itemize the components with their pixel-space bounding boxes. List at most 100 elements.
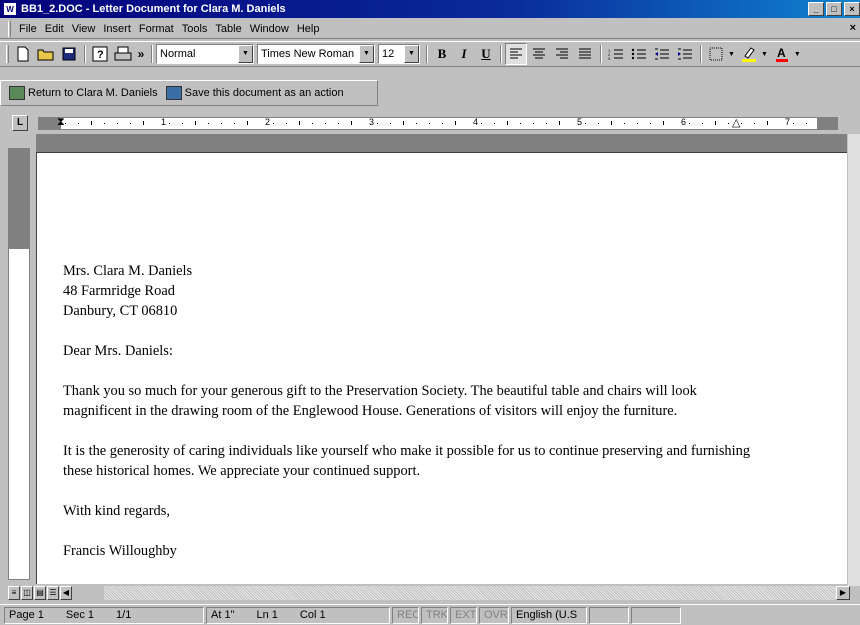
status-bar: Page 1 Sec 1 1/1 At 1" Ln 1 Col 1 REC TR… [0, 604, 860, 625]
menu-help[interactable]: Help [293, 23, 324, 35]
highlight-button[interactable] [738, 43, 760, 65]
ruler-top-margin [9, 149, 29, 249]
help-button[interactable]: ? [89, 43, 111, 65]
document-page[interactable]: Mrs. Clara M. Daniels 48 Farmridge Road … [36, 152, 847, 584]
left-indent-marker[interactable]: ⧗ [57, 116, 65, 129]
scroll-left-button[interactable]: ◀ [60, 586, 72, 600]
horizontal-scrollbar[interactable] [104, 586, 840, 600]
status-rec[interactable]: REC [392, 606, 419, 624]
numbering-button[interactable]: 123 [605, 43, 627, 65]
horizontal-ruler[interactable]: ⧗ 1 2 3 4 5 6 7 △ [38, 116, 838, 130]
menu-view[interactable]: View [68, 23, 100, 35]
menu-tools[interactable]: Tools [178, 23, 212, 35]
outline-view-button[interactable]: ☰ [47, 586, 59, 600]
more-buttons-chevron[interactable]: » [135, 43, 147, 65]
toolbar-separator [700, 45, 702, 63]
ruler-tick [663, 121, 664, 125]
borders-button[interactable] [705, 43, 727, 65]
signature: Francis Willoughby [63, 543, 177, 559]
style-dropdown-value: Normal [160, 48, 196, 60]
justify-button[interactable] [574, 43, 596, 65]
status-ext[interactable]: EXT [450, 606, 477, 624]
ruler-number: 4 [473, 117, 479, 127]
web-layout-button[interactable]: ◫ [21, 586, 33, 600]
font-color-button[interactable]: A [771, 43, 793, 65]
chevron-down-icon[interactable]: ▼ [728, 51, 735, 58]
menu-insert[interactable]: Insert [99, 23, 135, 35]
print-layout-button[interactable]: ▤ [34, 586, 46, 600]
ruler-tick [624, 123, 625, 124]
open-button[interactable] [35, 43, 57, 65]
style-dropdown[interactable]: Normal ▼ [156, 44, 254, 64]
maximize-button[interactable]: □ [826, 2, 842, 16]
ruler-tick [611, 121, 612, 125]
font-dropdown[interactable]: Times New Roman ▼ [257, 44, 375, 64]
menu-file[interactable]: File [15, 23, 41, 35]
action-toolbar: Return to Clara M. Daniels Save this doc… [0, 80, 378, 106]
vertical-scrollbar[interactable] [848, 134, 860, 586]
chevron-down-icon[interactable]: ▼ [359, 45, 374, 63]
word-app-icon[interactable]: W [3, 2, 17, 16]
ruler-tick [65, 123, 66, 124]
svg-text:?: ? [97, 49, 104, 61]
floppy-disk-icon [62, 47, 76, 61]
chevron-down-icon[interactable]: ▼ [238, 45, 253, 63]
normal-view-button[interactable]: ≡ [8, 586, 20, 600]
scroll-right-button[interactable]: ▶ [836, 586, 850, 600]
ruler-number: 3 [369, 117, 375, 127]
right-indent-marker[interactable]: △ [732, 116, 740, 129]
status-cursor[interactable]: At 1" Ln 1 Col 1 [206, 606, 390, 624]
status-position[interactable]: Page 1 Sec 1 1/1 [4, 606, 204, 624]
ruler-tick [208, 123, 209, 124]
italic-button[interactable]: I [453, 43, 475, 65]
align-left-icon [510, 48, 522, 59]
menu-window[interactable]: Window [246, 23, 293, 35]
decrease-indent-button[interactable] [651, 43, 673, 65]
highlighter-icon [741, 47, 756, 62]
ruler-tick [767, 121, 768, 125]
chevron-down-icon[interactable]: ▼ [761, 51, 768, 58]
menu-format[interactable]: Format [135, 23, 178, 35]
save-as-action-button[interactable]: Save this document as an action [165, 86, 344, 100]
increase-indent-button[interactable] [674, 43, 696, 65]
save-button[interactable] [58, 43, 80, 65]
close-button[interactable]: × [844, 2, 860, 16]
vertical-ruler[interactable] [8, 148, 30, 580]
menu-grip-handle[interactable] [8, 20, 11, 37]
letter-body[interactable]: Mrs. Clara M. Daniels 48 Farmridge Road … [63, 261, 763, 581]
print-button[interactable] [112, 43, 134, 65]
bullets-button[interactable] [628, 43, 650, 65]
align-left-button[interactable] [505, 43, 527, 65]
chevron-down-icon[interactable]: ▼ [794, 51, 801, 58]
menu-edit[interactable]: Edit [41, 23, 68, 35]
new-document-button[interactable] [12, 43, 34, 65]
align-center-button[interactable] [528, 43, 550, 65]
bold-button[interactable]: B [431, 43, 453, 65]
svg-text:A: A [777, 46, 786, 60]
ruler-tick [351, 121, 352, 125]
align-right-button[interactable] [551, 43, 573, 65]
status-ovr[interactable]: OVR [479, 606, 509, 624]
font-size-dropdown[interactable]: 12 ▼ [378, 44, 420, 64]
return-to-contact-button[interactable]: Return to Clara M. Daniels [9, 86, 158, 100]
status-language[interactable]: English (U.S [511, 606, 587, 624]
toolbar-grip-handle[interactable] [6, 45, 9, 63]
underline-button[interactable]: U [475, 43, 497, 65]
close-document-button[interactable]: × [850, 22, 856, 34]
ruler-tick [416, 123, 417, 124]
tab-selector-button[interactable]: L [12, 115, 28, 131]
menu-table[interactable]: Table [211, 23, 245, 35]
ruler-tick [715, 121, 716, 125]
ruler-tick [182, 123, 183, 124]
ruler-tick [728, 123, 729, 124]
window-title: BB1_2.DOC - Letter Document for Clara M.… [21, 3, 286, 15]
status-trk[interactable]: TRK [421, 606, 448, 624]
align-right-icon [556, 48, 568, 59]
status-spelling[interactable] [589, 606, 629, 624]
ruler-tick [442, 123, 443, 124]
title-bar[interactable]: W BB1_2.DOC - Letter Document for Clara … [0, 0, 860, 18]
chevron-down-icon[interactable]: ▼ [404, 45, 419, 63]
address-line: 48 Farmridge Road [63, 283, 175, 299]
ruler-tick [546, 123, 547, 124]
minimize-button[interactable]: _ [808, 2, 824, 16]
